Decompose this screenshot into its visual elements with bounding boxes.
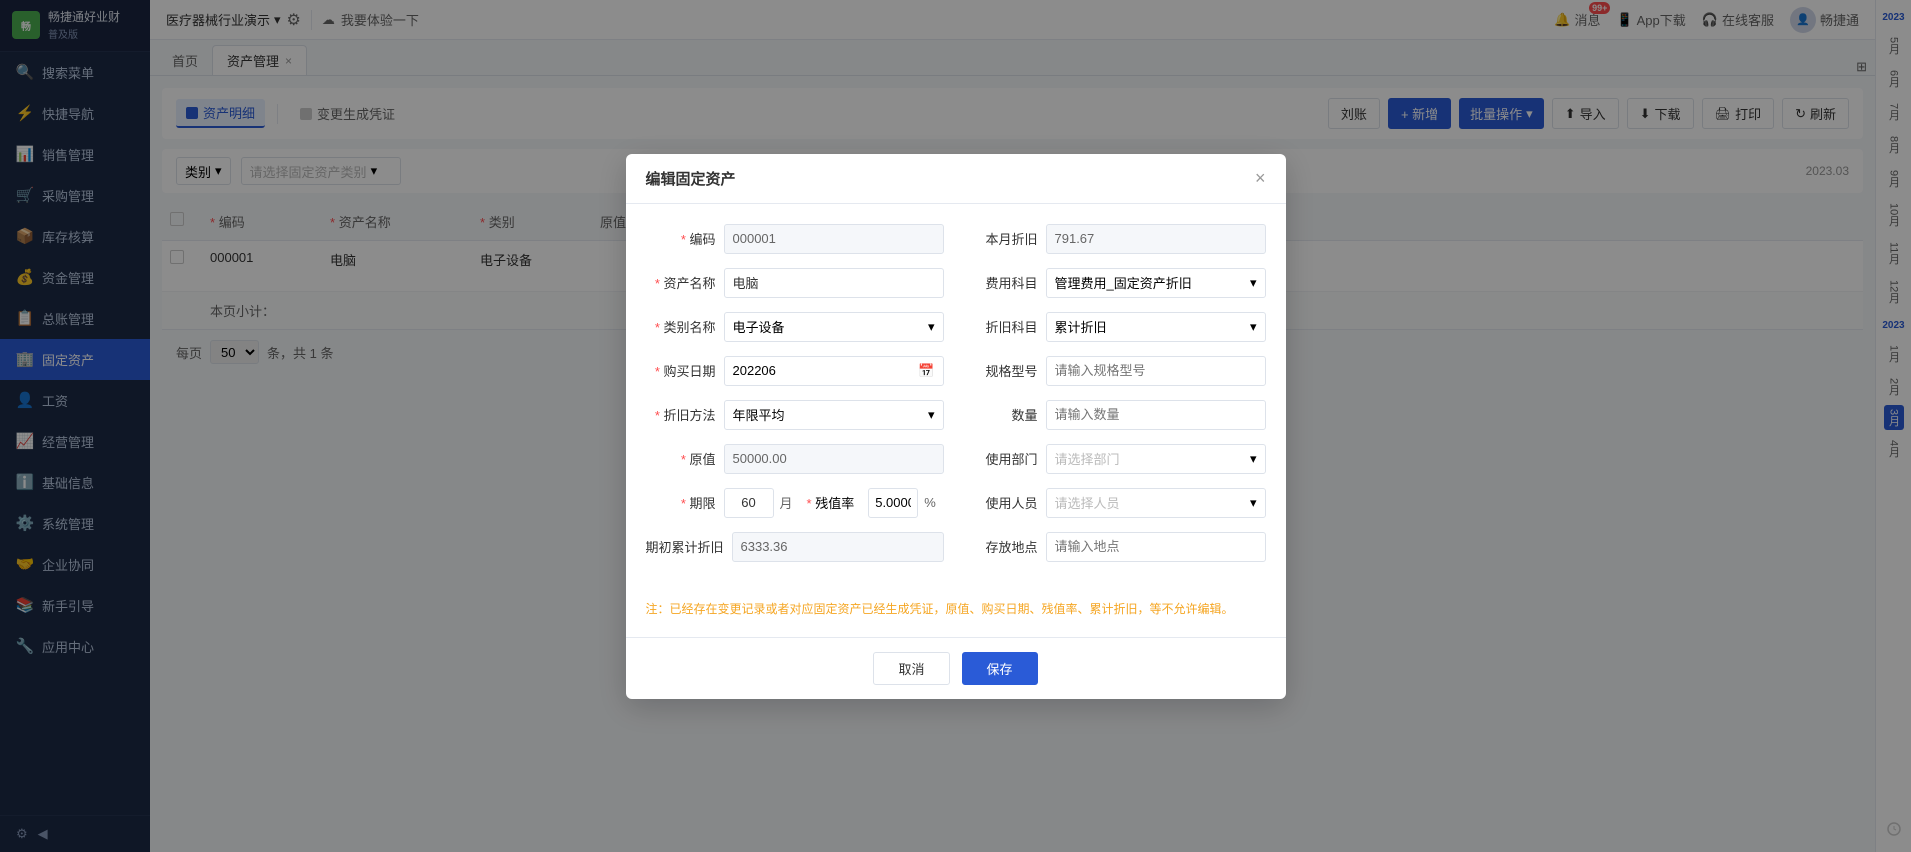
location-label: 存放地点 bbox=[968, 537, 1038, 556]
form-row-purchase-date: 购买日期 202206 📅 bbox=[646, 356, 944, 386]
note-text: 注：已经存在变更记录或者对应固定资产已经生成凭证，原值、购买日期、残值率、累计折… bbox=[646, 602, 1234, 616]
chevron-down-icon: ▾ bbox=[1250, 275, 1257, 291]
modal-overlay: 编辑固定资产 × 编码 资产名称 类别名称 bbox=[0, 0, 1911, 852]
form-row-location: 存放地点 bbox=[968, 532, 1266, 562]
period-input[interactable] bbox=[724, 488, 774, 518]
person-select[interactable]: 请选择人员 ▾ bbox=[1046, 488, 1266, 518]
category-select[interactable]: 电子设备 ▾ bbox=[724, 312, 944, 342]
person-label: 使用人员 bbox=[968, 493, 1038, 512]
residual-rate-unit: % bbox=[924, 495, 936, 510]
period-unit: 月 bbox=[780, 493, 793, 512]
form-left-col: 编码 资产名称 类别名称 电子设备 ▾ bbox=[646, 224, 944, 576]
expense-subject-select[interactable]: 管理费用_固定资产折旧 ▾ bbox=[1046, 268, 1266, 298]
dept-label: 使用部门 bbox=[968, 449, 1038, 468]
modal-footer: 取消 保存 bbox=[626, 637, 1286, 699]
code-label: 编码 bbox=[646, 229, 716, 248]
form-row-dep-subject: 折旧科目 累计折旧 ▾ bbox=[968, 312, 1266, 342]
expense-subject-label: 费用科目 bbox=[968, 273, 1038, 292]
form-row-model: 规格型号 bbox=[968, 356, 1266, 386]
form-row-person: 使用人员 请选择人员 ▾ bbox=[968, 488, 1266, 518]
chevron-down-icon: ▾ bbox=[928, 319, 935, 335]
period-label: 期限 bbox=[646, 493, 716, 512]
form-row-code: 编码 bbox=[646, 224, 944, 254]
modal-title: 编辑固定资产 bbox=[646, 168, 736, 189]
calendar-icon: 📅 bbox=[918, 363, 934, 379]
form-right-col: 本月折旧 费用科目 管理费用_固定资产折旧 ▾ 折旧科目 累计折旧 bbox=[968, 224, 1266, 576]
dep-method-label: 折旧方法 bbox=[646, 405, 716, 424]
form-row-period: 期限 月 * 残值率 % bbox=[646, 488, 944, 518]
person-placeholder: 请选择人员 bbox=[1055, 493, 1120, 512]
dept-placeholder: 请选择部门 bbox=[1055, 449, 1120, 468]
form-grid: 编码 资产名称 类别名称 电子设备 ▾ bbox=[646, 224, 1266, 617]
cancel-button[interactable]: 取消 bbox=[873, 652, 949, 685]
location-input[interactable] bbox=[1046, 532, 1266, 562]
purchase-date-label: 购买日期 bbox=[646, 361, 716, 380]
form-row-initial-dep: 期初累计折旧 bbox=[646, 532, 944, 562]
quantity-input[interactable] bbox=[1046, 400, 1266, 430]
asset-name-input[interactable] bbox=[724, 268, 944, 298]
initial-dep-label: 期初累计折旧 bbox=[646, 537, 724, 556]
model-input[interactable] bbox=[1046, 356, 1266, 386]
form-row-asset-name: 资产名称 bbox=[646, 268, 944, 298]
quantity-label: 数量 bbox=[968, 405, 1038, 424]
chevron-down-icon: ▾ bbox=[928, 407, 935, 423]
modal-close-button[interactable]: × bbox=[1255, 168, 1266, 189]
chevron-down-icon: ▾ bbox=[1250, 319, 1257, 335]
dep-subject-value: 累计折旧 bbox=[1055, 317, 1107, 336]
purchase-date-value: 202206 bbox=[733, 363, 776, 378]
category-label: 类别名称 bbox=[646, 317, 716, 336]
dep-subject-select[interactable]: 累计折旧 ▾ bbox=[1046, 312, 1266, 342]
form-row-original-value: 原值 bbox=[646, 444, 944, 474]
form-row-expense-subject: 费用科目 管理费用_固定资产折旧 ▾ bbox=[968, 268, 1266, 298]
dept-select[interactable]: 请选择部门 ▾ bbox=[1046, 444, 1266, 474]
chevron-down-icon: ▾ bbox=[1250, 495, 1257, 511]
purchase-date-input[interactable]: 202206 📅 bbox=[724, 356, 944, 386]
period-group: 月 * 残值率 % bbox=[724, 488, 936, 518]
residual-rate-input[interactable] bbox=[868, 488, 918, 518]
expense-subject-value: 管理费用_固定资产折旧 bbox=[1055, 273, 1192, 292]
save-btn-label: 保存 bbox=[987, 662, 1013, 677]
cancel-btn-label: 取消 bbox=[898, 662, 924, 677]
dep-subject-label: 折旧科目 bbox=[968, 317, 1038, 336]
initial-dep-input[interactable] bbox=[732, 532, 944, 562]
save-button[interactable]: 保存 bbox=[962, 652, 1038, 685]
form-row-monthly-dep: 本月折旧 bbox=[968, 224, 1266, 254]
form-note: 注：已经存在变更记录或者对应固定资产已经生成凭证，原值、购买日期、残值率、累计折… bbox=[646, 600, 1266, 617]
original-value-input[interactable] bbox=[724, 444, 944, 474]
modal-body: 编码 资产名称 类别名称 电子设备 ▾ bbox=[626, 204, 1286, 637]
category-value: 电子设备 bbox=[733, 317, 785, 336]
form-row-category: 类别名称 电子设备 ▾ bbox=[646, 312, 944, 342]
form-row-dep-method: 折旧方法 年限平均 ▾ bbox=[646, 400, 944, 430]
model-label: 规格型号 bbox=[968, 361, 1038, 380]
dep-method-value: 年限平均 bbox=[733, 405, 785, 424]
monthly-dep-input bbox=[1046, 224, 1266, 254]
modal-header: 编辑固定资产 × bbox=[626, 154, 1286, 204]
asset-name-label: 资产名称 bbox=[646, 273, 716, 292]
original-value-label: 原值 bbox=[646, 449, 716, 468]
form-row-quantity: 数量 bbox=[968, 400, 1266, 430]
monthly-dep-label: 本月折旧 bbox=[968, 229, 1038, 248]
residual-rate-label-inline: * 残值率 bbox=[807, 493, 855, 512]
dep-method-select[interactable]: 年限平均 ▾ bbox=[724, 400, 944, 430]
edit-asset-modal: 编辑固定资产 × 编码 资产名称 类别名称 bbox=[626, 154, 1286, 699]
chevron-down-icon: ▾ bbox=[1250, 451, 1257, 467]
form-row-dept: 使用部门 请选择部门 ▾ bbox=[968, 444, 1266, 474]
code-input[interactable] bbox=[724, 224, 944, 254]
